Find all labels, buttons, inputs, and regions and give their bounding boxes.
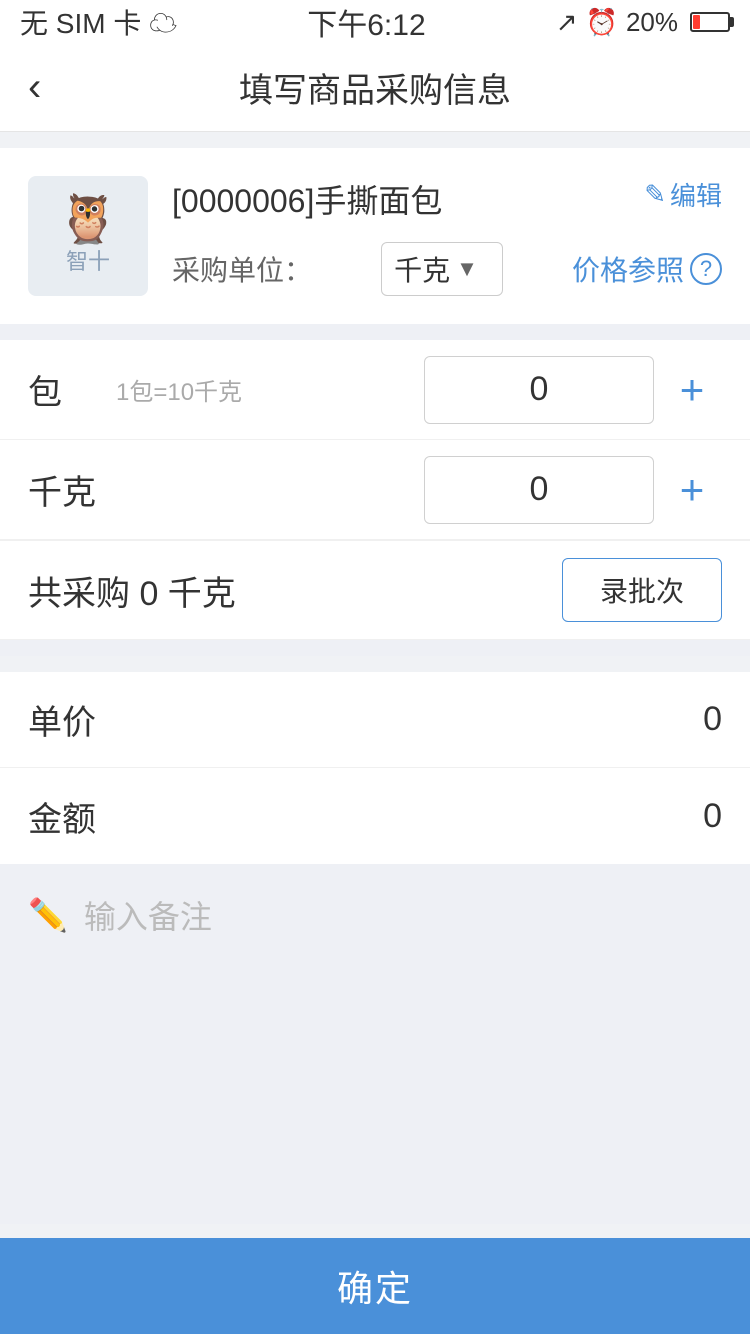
- unit-row: 采购单位： 千克 ▼ 价格参照 ?: [172, 242, 722, 296]
- product-info: [0000006]手撕面包 ✎ 编辑 采购单位： 千克 ▼ 价格参照 ?: [172, 176, 722, 296]
- kg-input[interactable]: 0: [424, 456, 654, 524]
- back-button[interactable]: ‹: [28, 65, 41, 110]
- price-section: 单价 0 金额 0: [0, 672, 750, 864]
- unit-price-label: 单价: [28, 695, 96, 744]
- bag-input-wrap: 0 +: [424, 356, 722, 424]
- kg-input-row: 千克 0 +: [0, 440, 750, 540]
- edit-icon: ✎: [644, 179, 666, 210]
- note-placeholder: 输入备注: [84, 892, 212, 938]
- location-icon: ↗: [556, 7, 578, 38]
- product-image: 🦉 智十: [28, 176, 148, 296]
- input-section: 包 1包=10千克 0 + 千克 0 +: [0, 340, 750, 540]
- battery-percent: 20%: [626, 7, 678, 38]
- alarm-icon: ⏰: [586, 7, 618, 38]
- price-ref-label: 价格参照: [572, 249, 684, 289]
- bag-input-row: 包 1包=10千克 0 +: [0, 340, 750, 440]
- confirm-button[interactable]: 确定: [0, 1238, 750, 1334]
- bag-input[interactable]: 0: [424, 356, 654, 424]
- unit-label: 采购单位：: [172, 249, 312, 289]
- status-right: ↗ ⏰ 20%: [556, 7, 730, 38]
- product-card: 🦉 智十 [0000006]手撕面包 ✎ 编辑 采购单位： 千克 ▼ 价格参照 …: [0, 148, 750, 324]
- info-icon: ?: [690, 253, 722, 285]
- batch-button[interactable]: 录批次: [562, 558, 722, 622]
- amount-row: 金额 0: [0, 768, 750, 864]
- amount-value: 0: [703, 797, 722, 836]
- status-time: 下午6:12: [307, 0, 425, 44]
- price-ref-button[interactable]: 价格参照 ?: [572, 249, 722, 289]
- note-section[interactable]: ✏️ 输入备注: [0, 864, 750, 1224]
- product-image-label: 智十: [66, 244, 110, 276]
- amount-label: 金额: [28, 792, 96, 841]
- battery-icon: [690, 12, 730, 32]
- unit-select[interactable]: 千克 ▼: [381, 242, 503, 296]
- bag-label: 包: [28, 365, 108, 414]
- product-name: [0000006]手撕面包: [172, 176, 644, 222]
- product-name-row: [0000006]手撕面包 ✎ 编辑: [172, 176, 722, 222]
- nav-bar: ‹ 填写商品采购信息: [0, 44, 750, 132]
- chevron-down-icon: ▼: [456, 256, 478, 282]
- unit-price-row: 单价 0: [0, 672, 750, 768]
- unit-price-value: 0: [703, 700, 722, 739]
- kg-input-wrap: 0 +: [424, 456, 722, 524]
- status-bar: 无 SIM 卡 ☁ 下午6:12 ↗ ⏰ 20%: [0, 0, 750, 44]
- total-row: 共采购 0 千克 录批次: [0, 540, 750, 640]
- pencil-icon: ✏️: [28, 896, 68, 934]
- bag-plus-button[interactable]: +: [662, 356, 722, 424]
- divider-band-2: [0, 640, 750, 656]
- total-label: 共采购 0 千克: [28, 566, 236, 615]
- status-left: 无 SIM 卡 ☁: [20, 2, 177, 42]
- page-title: 填写商品采购信息: [239, 63, 511, 112]
- bag-sub-label: 1包=10千克: [116, 372, 242, 407]
- edit-label: 编辑: [670, 176, 722, 213]
- product-owl-icon: 🦉: [58, 196, 118, 244]
- divider-band: [0, 324, 750, 340]
- edit-button[interactable]: ✎ 编辑: [644, 176, 722, 213]
- kg-label: 千克: [28, 465, 108, 514]
- unit-value: 千克: [394, 249, 450, 289]
- kg-plus-button[interactable]: +: [662, 456, 722, 524]
- no-sim-text: 无 SIM 卡 ☁: [20, 2, 177, 42]
